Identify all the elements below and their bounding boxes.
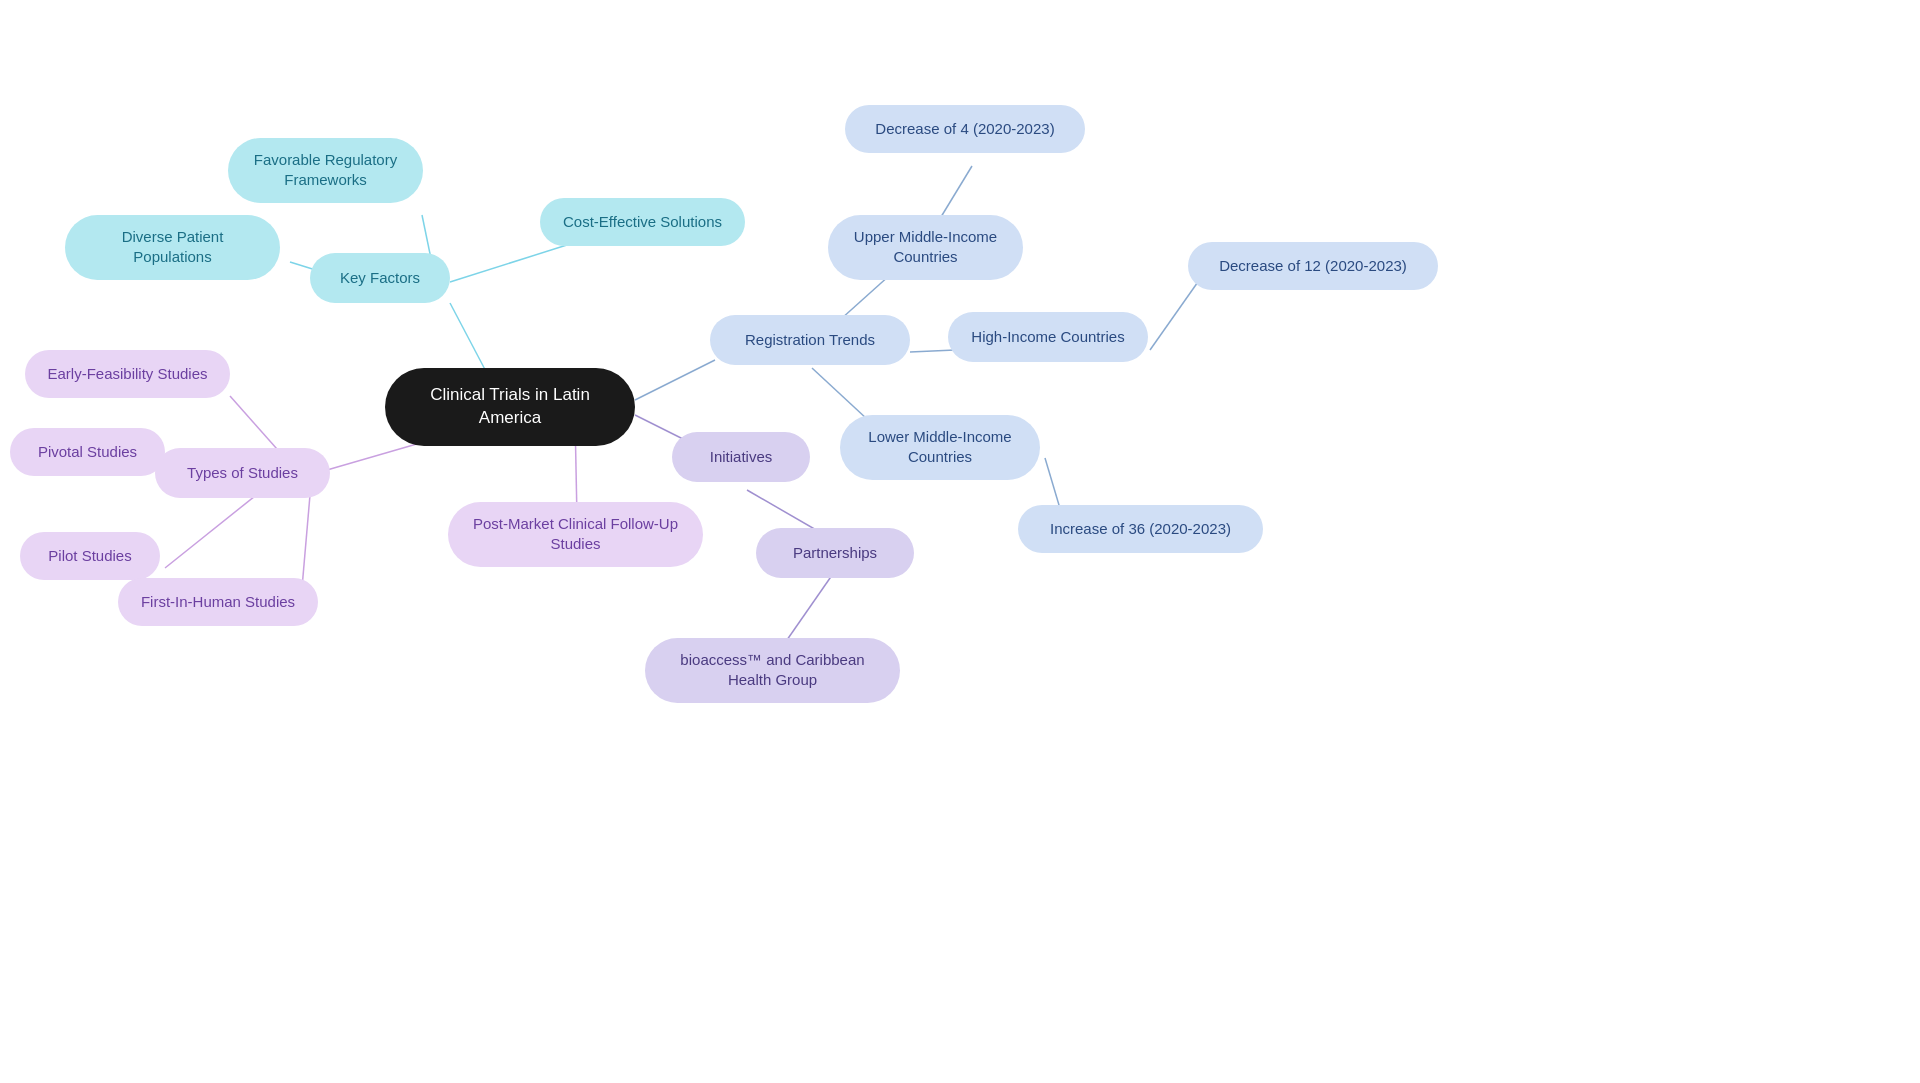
upper-middle-income-node[interactable]: Upper Middle-Income Countries: [828, 215, 1023, 280]
svg-line-12: [910, 350, 955, 352]
first-in-human-node[interactable]: First-In-Human Studies: [118, 578, 318, 626]
high-income-node[interactable]: High-Income Countries: [948, 312, 1148, 362]
favorable-regulatory-node[interactable]: Favorable Regulatory Frameworks: [228, 138, 423, 203]
types-of-studies-node[interactable]: Types of Studies: [155, 448, 330, 498]
pivotal-studies-node[interactable]: Pivotal Studies: [10, 428, 165, 476]
svg-line-15: [1150, 279, 1200, 350]
key-factors-node[interactable]: Key Factors: [310, 253, 450, 303]
svg-line-8: [302, 495, 310, 588]
svg-line-3: [450, 244, 570, 282]
central-node[interactable]: Clinical Trials in Latin America: [385, 368, 635, 446]
initiatives-node[interactable]: Initiatives: [672, 432, 810, 482]
decrease-4-node[interactable]: Decrease of 4 (2020-2023): [845, 105, 1085, 153]
svg-line-10: [635, 360, 715, 400]
partnerships-node[interactable]: Partnerships: [756, 528, 914, 578]
registration-trends-node[interactable]: Registration Trends: [710, 315, 910, 365]
post-market-node[interactable]: Post-Market Clinical Follow-Up Studies: [448, 502, 703, 567]
cost-effective-node[interactable]: Cost-Effective Solutions: [540, 198, 745, 246]
svg-line-7: [165, 488, 265, 568]
decrease-12-node[interactable]: Decrease of 12 (2020-2023): [1188, 242, 1438, 290]
increase-36-node[interactable]: Increase of 36 (2020-2023): [1018, 505, 1263, 553]
early-feasibility-node[interactable]: Early-Feasibility Studies: [25, 350, 230, 398]
bioaccess-node[interactable]: bioaccess™ and Caribbean Health Group: [645, 638, 900, 703]
pilot-studies-node[interactable]: Pilot Studies: [20, 532, 160, 580]
lower-middle-income-node[interactable]: Lower Middle-Income Countries: [840, 415, 1040, 480]
diverse-patient-node[interactable]: Diverse Patient Populations: [65, 215, 280, 280]
